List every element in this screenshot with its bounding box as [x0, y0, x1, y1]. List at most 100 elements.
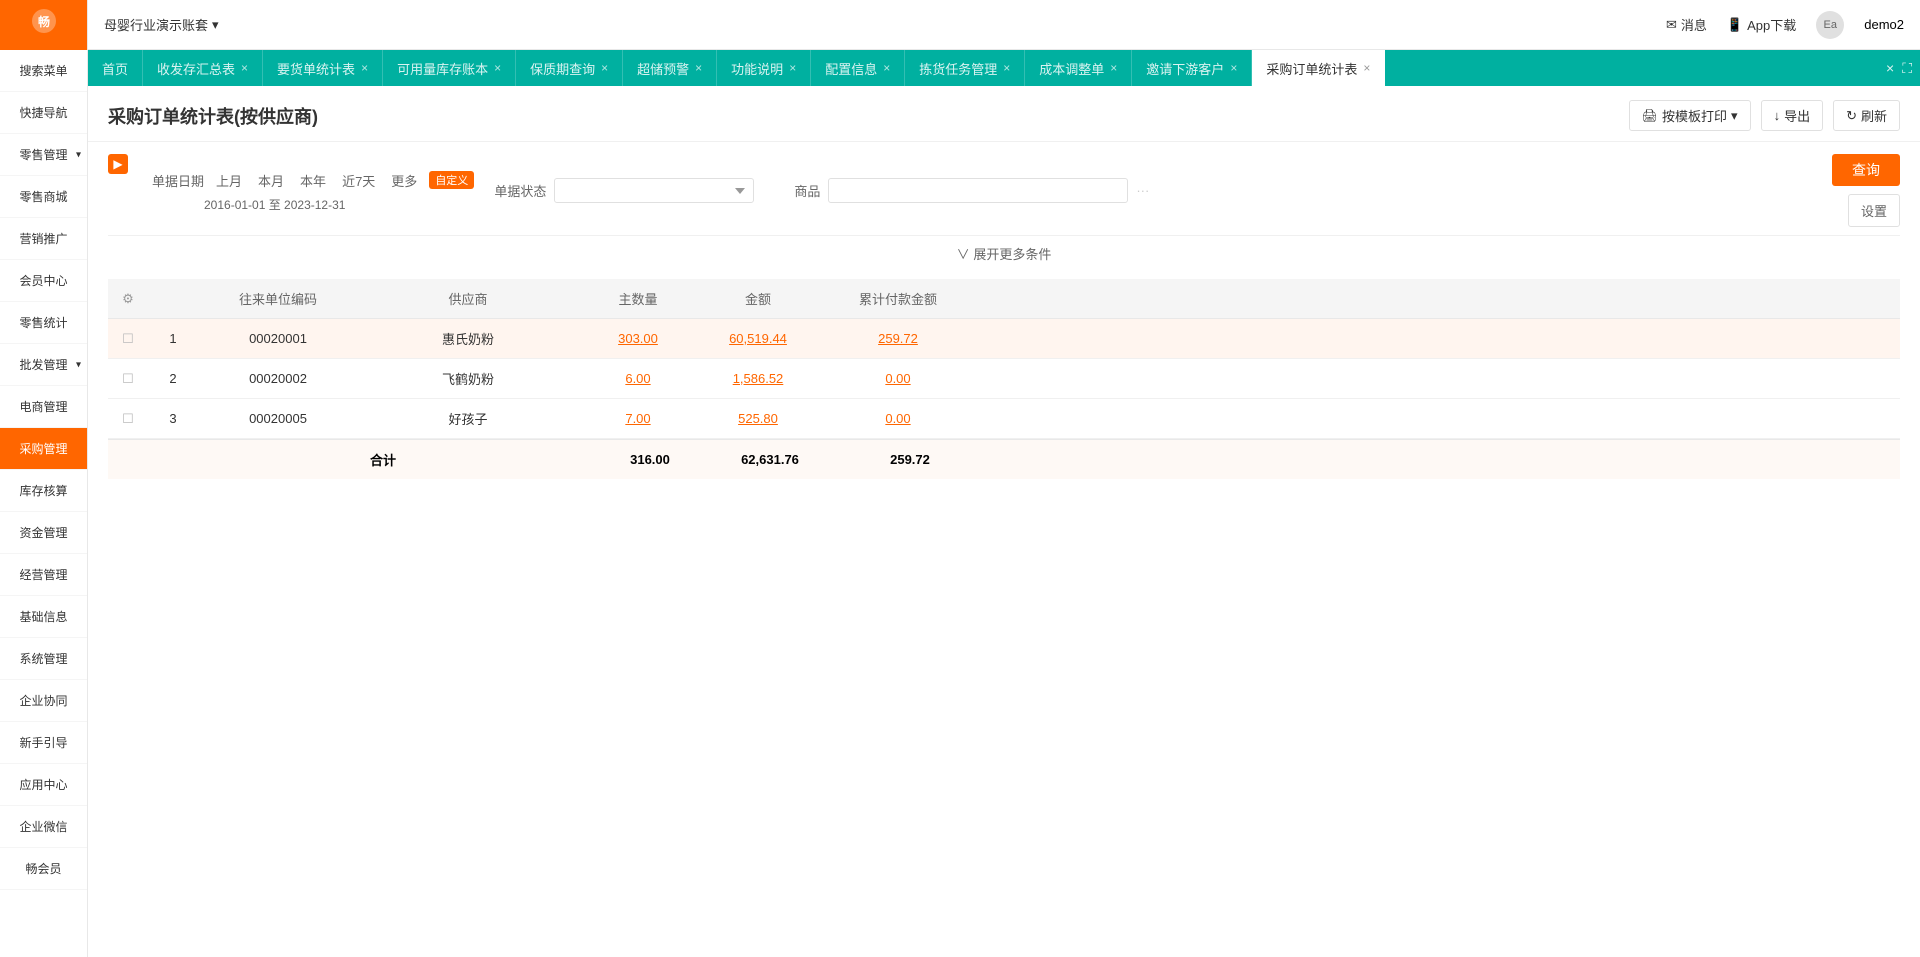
custom-date-tag[interactable]: 自定义 — [429, 171, 474, 189]
main-content: 母婴行业演示账套 ▾ ✉ 消息 📱 App下载 Ea demo2 首页收发存汇总… — [88, 0, 1920, 957]
sidebar-item-wholesale-mgmt[interactable]: 批发管理▾ — [0, 344, 87, 386]
sidebar-item-basic-info[interactable]: 基础信息 — [0, 596, 87, 638]
tab-cost-adjust[interactable]: 成本调整单× — [1025, 50, 1132, 86]
export-button[interactable]: ↓ 导出 — [1761, 100, 1824, 131]
sidebar-item-quick-nav[interactable]: 快捷导航 — [0, 92, 87, 134]
sidebar-item-marketing[interactable]: 营销推广 — [0, 218, 87, 260]
app-download-btn[interactable]: 📱 App下载 — [1727, 15, 1796, 34]
sidebar-item-ecommerce-mgmt[interactable]: 电商管理 — [0, 386, 87, 428]
avatar-label: Ea — [1824, 19, 1837, 31]
tab-purchase-stats[interactable]: 要货单统计表× — [263, 50, 383, 86]
expand-conditions-button[interactable]: ∨ 展开更多条件 — [957, 244, 1052, 263]
sidebar-item-enterprise-collab[interactable]: 企业协同 — [0, 680, 87, 722]
tabbar-actions: × ⛶ — [1878, 60, 1920, 77]
tab-close-icon[interactable]: × — [494, 61, 501, 75]
row-qty[interactable]: 7.00 — [578, 399, 698, 439]
th-code: 往来单位编码 — [198, 279, 358, 319]
sidebar-item-member-center[interactable]: 会员中心 — [0, 260, 87, 302]
tab-close-icon[interactable]: × — [789, 61, 796, 75]
tab-picking-task[interactable]: 拣货任务管理 × — [905, 50, 1025, 86]
tab-close-icon[interactable]: × — [1230, 61, 1237, 75]
page-header: 采购订单统计表(按供应商) 🖨 按模板打印 ▾ ↓ 导出 ↻ 刷新 — [88, 86, 1920, 142]
tab-label: 邀请下游客户 — [1146, 59, 1224, 78]
tab-close-icon[interactable]: × — [1003, 61, 1010, 75]
sidebar-item-search[interactable]: 搜索菜单 — [0, 50, 87, 92]
close-tab-icon[interactable]: × — [1886, 60, 1894, 76]
sidebar-item-vip-member[interactable]: 畅会员 — [0, 848, 87, 890]
tab-shelf-query[interactable]: 保质期查询× — [516, 50, 623, 86]
row-paid[interactable]: 0.00 — [818, 399, 978, 439]
row-check[interactable]: ☐ — [108, 319, 148, 359]
tab-close-icon[interactable]: × — [1363, 61, 1370, 75]
maximize-icon[interactable]: ⛶ — [1902, 60, 1912, 77]
table-row: ☐ 3 00020005 好孩子 7.00 525.80 0.00 — [108, 399, 1900, 439]
row-amount[interactable]: 60,519.44 — [698, 319, 818, 359]
sidebar-item-purchase-mgmt[interactable]: 采购管理 — [0, 428, 87, 470]
sidebar-item-retail-stats[interactable]: 零售统计 — [0, 302, 87, 344]
footer-qty: 316.00 — [590, 452, 710, 467]
avatar[interactable]: Ea — [1816, 11, 1844, 39]
goods-more-icon[interactable]: ··· — [1136, 183, 1149, 198]
tab-label: 拣货任务管理 — [919, 59, 997, 78]
message-icon: ✉ — [1666, 17, 1677, 33]
status-select[interactable] — [554, 178, 754, 203]
sidebar-item-new-guide[interactable]: 新手引导 — [0, 722, 87, 764]
sidebar-item-inventory-check[interactable]: 库存核算 — [0, 470, 87, 512]
row-qty[interactable]: 303.00 — [578, 319, 698, 359]
tab-function-desc[interactable]: 功能说明× — [717, 50, 811, 86]
goods-label: 商品 — [794, 181, 820, 200]
sidebar-item-finance-mgmt[interactable]: 资金管理 — [0, 512, 87, 554]
message-btn[interactable]: ✉ 消息 — [1666, 15, 1707, 34]
row-amount[interactable]: 1,586.52 — [698, 359, 818, 399]
row-check[interactable]: ☐ — [108, 399, 148, 439]
row-paid[interactable]: 0.00 — [818, 359, 978, 399]
row-paid[interactable]: 259.72 — [818, 319, 978, 359]
tab-close-icon[interactable]: × — [361, 61, 368, 75]
tab-purchase-order-stats[interactable]: 采购订单统计表× — [1252, 50, 1385, 86]
tab-close-icon[interactable]: × — [241, 61, 248, 75]
company-selector[interactable]: 母婴行业演示账套 ▾ — [104, 15, 219, 34]
row-num: 3 — [148, 399, 198, 439]
row-empty — [978, 399, 1900, 439]
tab-close-icon[interactable]: × — [883, 61, 890, 75]
tabbar: 首页收发存汇总表×要货单统计表×可用量库存账本×保质期查询×超储预警×功能说明×… — [88, 50, 1920, 86]
row-empty — [978, 359, 1900, 399]
date-shortcut-this-month[interactable]: 本月 — [254, 169, 288, 192]
tab-close-icon[interactable]: × — [695, 61, 702, 75]
row-code: 00020002 — [198, 359, 358, 399]
setting-button[interactable]: 设置 — [1848, 194, 1900, 227]
sidebar-item-ops-mgmt[interactable]: 经营管理 — [0, 554, 87, 596]
tab-available-inventory[interactable]: 可用量库存账本× — [383, 50, 516, 86]
phone-icon: 📱 — [1727, 17, 1743, 33]
date-shortcut-last-month[interactable]: 上月 — [212, 169, 246, 192]
date-shortcut-7days[interactable]: 近7天 — [338, 169, 379, 192]
sidebar-item-retail-mgmt[interactable]: 零售管理▾ — [0, 134, 87, 176]
query-button[interactable]: 查询 — [1832, 154, 1900, 186]
th-num — [148, 279, 198, 319]
filter-expand-toggle[interactable]: ▶ — [108, 154, 128, 174]
sidebar-item-system-mgmt[interactable]: 系统管理 — [0, 638, 87, 680]
logo[interactable]: 畅 — [0, 0, 87, 50]
sidebar-item-app-center[interactable]: 应用中心 — [0, 764, 87, 806]
date-shortcut-more[interactable]: 更多 — [387, 169, 421, 192]
svg-text:畅: 畅 — [37, 14, 49, 29]
refresh-button[interactable]: ↻ 刷新 — [1833, 100, 1900, 131]
goods-input[interactable] — [828, 178, 1128, 203]
sidebar-item-enterprise-wechat[interactable]: 企业微信 — [0, 806, 87, 848]
tab-overstock-warning[interactable]: 超储预警× — [623, 50, 717, 86]
row-check[interactable]: ☐ — [108, 359, 148, 399]
sidebar-item-retail-shop[interactable]: 零售商城 — [0, 176, 87, 218]
print-button[interactable]: 🖨 按模板打印 ▾ — [1629, 100, 1751, 131]
settings-icon[interactable]: ⚙ — [122, 291, 134, 306]
table-footer: 合计 316.00 62,631.76 259.72 — [108, 439, 1900, 479]
tab-invite-downstream[interactable]: 邀请下游客户 × — [1132, 50, 1252, 86]
tab-home[interactable]: 首页 — [88, 50, 143, 86]
row-qty[interactable]: 6.00 — [578, 359, 698, 399]
date-shortcut-this-year[interactable]: 本年 — [296, 169, 330, 192]
tab-receive-summary[interactable]: 收发存汇总表× — [143, 50, 263, 86]
tab-close-icon[interactable]: × — [1110, 61, 1117, 75]
tab-close-icon[interactable]: × — [601, 61, 608, 75]
row-amount[interactable]: 525.80 — [698, 399, 818, 439]
username[interactable]: demo2 — [1864, 17, 1904, 32]
tab-config-info[interactable]: 配置信息× — [811, 50, 905, 86]
